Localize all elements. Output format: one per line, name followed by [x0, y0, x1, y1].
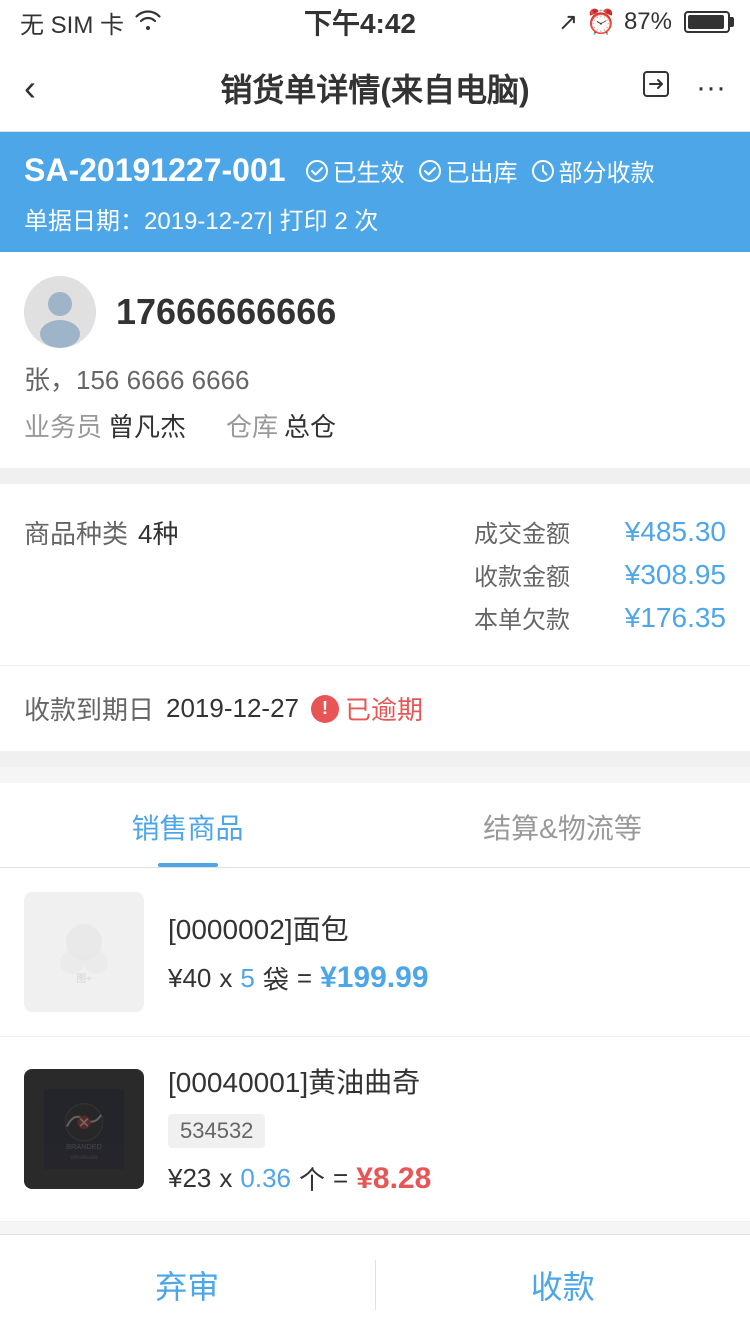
tabs-section: 销售商品 结算&物流等 — [0, 783, 750, 868]
product-qty-2: 0.36 — [240, 1163, 291, 1194]
due-date: 2019-12-27 — [166, 693, 299, 724]
collect-payment-button[interactable]: 收款 — [376, 1238, 750, 1332]
svg-text:BRANDED: BRANDED — [66, 1142, 102, 1151]
order-header-banner: SA-20191227-001 已生效 已出库 — [0, 132, 750, 252]
status-effected: 已生效 — [306, 153, 405, 188]
salesman-label: 业务员 — [24, 407, 102, 444]
status-bar: 无 SIM 卡 下午4:42 ↗ ⏰ 87% — [0, 0, 750, 44]
customer-contact: 张，156 6666 6666 — [24, 360, 726, 397]
deal-amount-label: 成交金额 — [474, 514, 570, 549]
customer-phone: 17666666666 — [116, 291, 336, 333]
share-button[interactable] — [640, 68, 672, 108]
battery-icon — [684, 11, 730, 33]
product-name-1: [0000002]面包 — [168, 908, 726, 948]
debt-amount-row: 本单欠款 ¥176.35 — [474, 600, 726, 635]
product-price-1: ¥40 — [168, 963, 211, 994]
product-sku-2: 534532 — [168, 1114, 265, 1148]
customer-meta: 业务员 曾凡杰 仓库 总仓 — [24, 407, 726, 444]
stats-section: 商品种类 4种 成交金额 ¥485.30 收款金额 ¥308.95 本单欠款 ¥… — [0, 484, 750, 665]
tab-settlement[interactable]: 结算&物流等 — [375, 783, 750, 867]
products-list: 图+ [0000002]面包 ¥40 x 5 袋 = ¥199.99 — [0, 868, 750, 1222]
nav-bar: ‹ 销货单详情(来自电脑) ··· — [0, 44, 750, 132]
overdue-badge: ! 已逾期 — [311, 690, 423, 727]
payment-amount-row: 收款金额 ¥308.95 — [474, 557, 726, 592]
product-price-2: ¥23 — [168, 1163, 211, 1194]
status-delivered: 已出库 — [419, 153, 518, 188]
section-divider — [0, 468, 750, 484]
overdue-text: 已逾期 — [345, 690, 423, 727]
category-stats: 商品种类 4种 — [24, 514, 178, 551]
overdue-icon: ! — [311, 695, 339, 723]
payment-amount-label: 收款金额 — [474, 557, 570, 592]
product-name-2: [00040001]黄油曲奇 — [168, 1061, 726, 1101]
product-thumbnail-1: 图+ — [24, 892, 144, 1012]
order-date-info: 单据日期：2019-12-27| 打印 2 次 — [24, 201, 726, 236]
product-info-1: [0000002]面包 ¥40 x 5 袋 = ¥199.99 — [168, 908, 726, 997]
warehouse-value: 总仓 — [284, 407, 336, 444]
customer-section: 17666666666 张，156 6666 6666 业务员 曾凡杰 仓库 总… — [0, 252, 750, 468]
page-title: 销货单详情(来自电脑) — [220, 65, 529, 111]
product-price-row-1: ¥40 x 5 袋 = ¥199.99 — [168, 960, 726, 997]
product-price-row-2: ¥23 x 0.36 个 = ¥8.28 — [168, 1160, 726, 1197]
category-label: 商品种类 — [24, 514, 128, 551]
avatar — [24, 276, 96, 348]
product-info-2: [00040001]黄油曲奇 534532 ¥23 x 0.36 个 = ¥8.… — [168, 1061, 726, 1197]
deal-amount-row: 成交金额 ¥485.30 — [474, 514, 726, 549]
battery-text: 87% — [624, 8, 672, 36]
product-item: BRANDED wholesale [00040001]黄油曲奇 534532 … — [0, 1037, 750, 1222]
alarm-icon: ⏰ — [586, 8, 616, 37]
due-label: 收款到期日 — [24, 690, 154, 727]
debt-amount-label: 本单欠款 — [474, 600, 570, 635]
svg-text:wholesale: wholesale — [70, 1155, 98, 1161]
location-icon: ↗ — [558, 8, 578, 37]
product-unit-1: 袋 — [263, 960, 289, 997]
product-total-1: ¥199.99 — [320, 961, 428, 995]
product-unit-2: 个 — [299, 1160, 325, 1197]
cancel-review-button[interactable]: 弃审 — [0, 1238, 375, 1332]
amount-stats: 成交金额 ¥485.30 收款金额 ¥308.95 本单欠款 ¥176.35 — [474, 514, 726, 635]
product-qty-1: 5 — [240, 963, 254, 994]
back-button[interactable]: ‹ — [14, 57, 46, 119]
section-divider-2 — [0, 751, 750, 767]
svg-text:图+: 图+ — [76, 973, 92, 985]
category-count: 4种 — [138, 514, 178, 551]
nav-actions: ··· — [640, 68, 726, 108]
bottom-bar: 弃审 收款 — [0, 1234, 750, 1334]
due-section: 收款到期日 2019-12-27 ! 已逾期 — [0, 666, 750, 751]
salesman-value: 曾凡杰 — [108, 407, 186, 444]
payment-amount-value: ¥308.95 — [586, 559, 726, 591]
more-button[interactable]: ··· — [696, 71, 726, 105]
warehouse-label: 仓库 — [226, 407, 278, 444]
carrier-text: 无 SIM 卡 — [20, 5, 124, 40]
debt-amount-value: ¥176.35 — [586, 602, 726, 634]
wifi-icon — [134, 8, 162, 37]
status-partial-payment: 部分收款 — [532, 153, 655, 188]
deal-amount-value: ¥485.30 — [586, 516, 726, 548]
product-total-2: ¥8.28 — [356, 1162, 431, 1196]
product-item: 图+ [0000002]面包 ¥40 x 5 袋 = ¥199.99 — [0, 868, 750, 1037]
order-id: SA-20191227-001 — [24, 152, 286, 189]
product-thumbnail-2: BRANDED wholesale — [24, 1069, 144, 1189]
status-bar-right: ↗ ⏰ 87% — [558, 8, 730, 37]
status-bar-left: 无 SIM 卡 — [20, 5, 162, 40]
status-bar-time: 下午4:42 — [304, 2, 416, 42]
order-status-badges: 已生效 已出库 部分收款 — [306, 153, 655, 188]
tab-sales-products[interactable]: 销售商品 — [0, 783, 375, 867]
